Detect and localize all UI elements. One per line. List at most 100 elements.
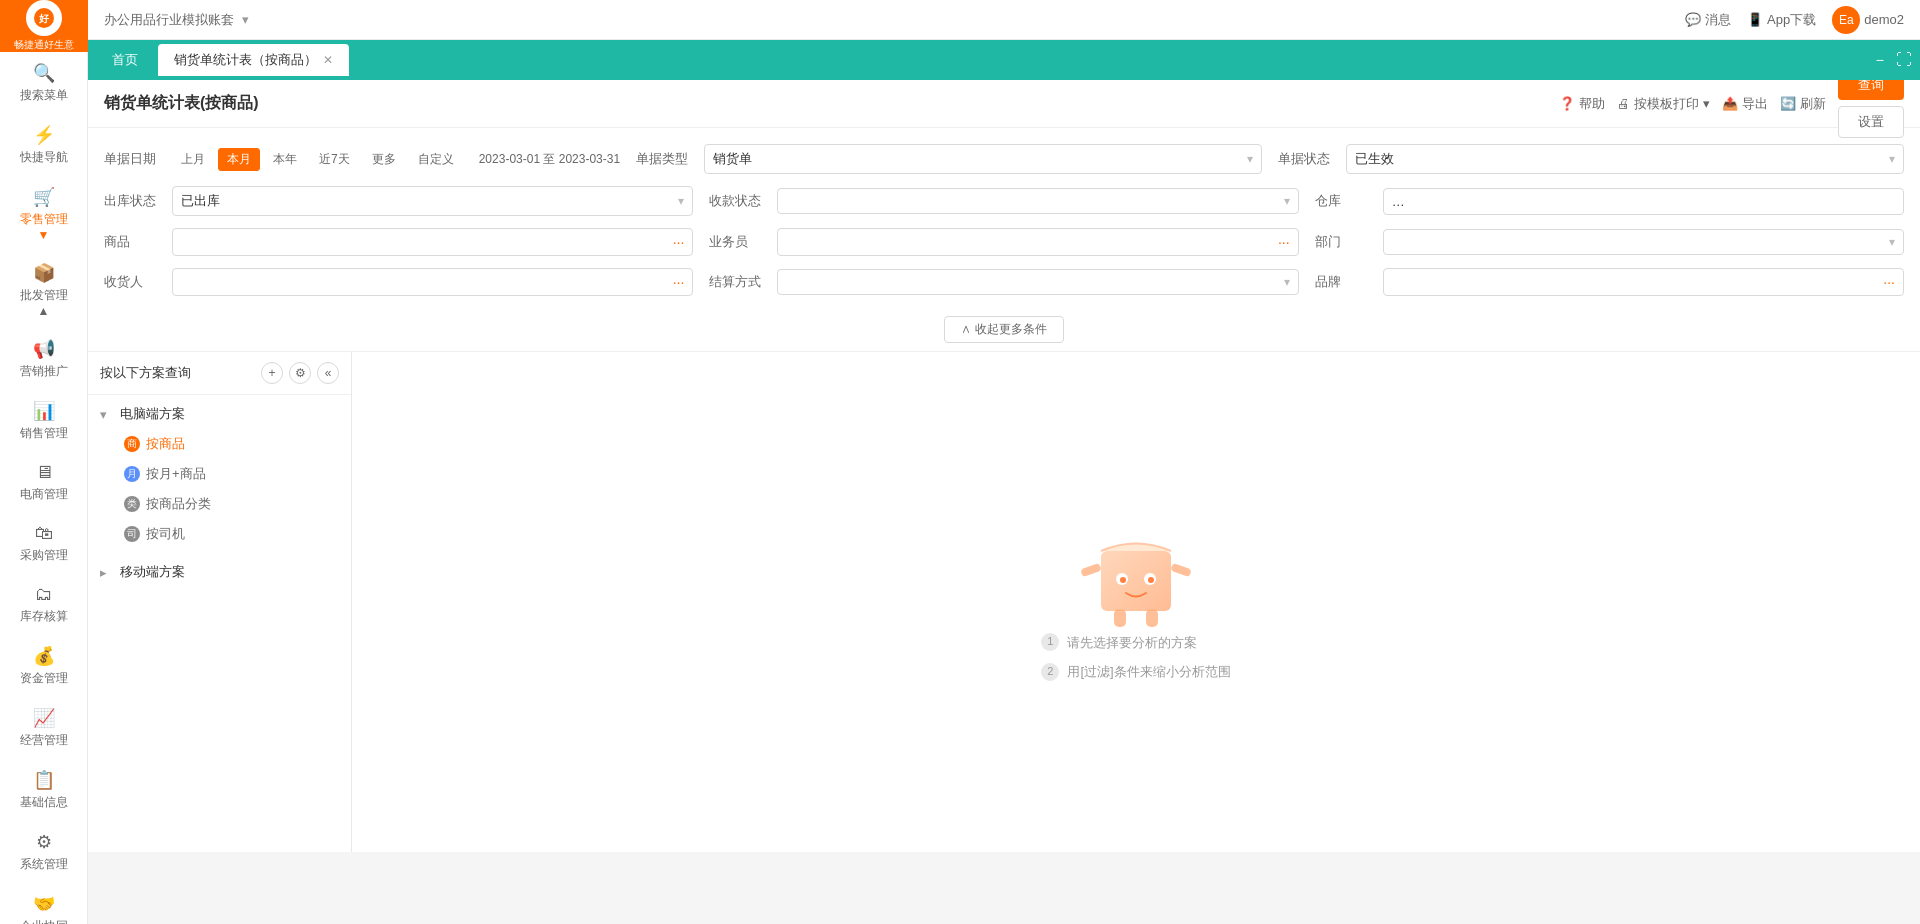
sidebar-item-enterprise-label: 企业协同	[20, 918, 68, 924]
wholesale-icon: 📦	[33, 262, 55, 284]
scheme-item-by-month-goods[interactable]: 月 按月+商品	[88, 459, 351, 489]
collapse-btn[interactable]: ∧ 收起更多条件	[944, 316, 1063, 343]
scheme-group-mobile-header[interactable]: ▸ 移动端方案	[88, 557, 351, 587]
ecommerce-icon: 🖥	[35, 462, 53, 483]
avatar: Ea	[1832, 6, 1860, 34]
message-btn[interactable]: 💬 消息	[1685, 11, 1731, 29]
sidebar-item-wholesale[interactable]: 📦 批发管理 ▲	[0, 252, 88, 328]
scheme-item-by-sku[interactable]: 司 按司机	[88, 519, 351, 549]
recipient-dots[interactable]: ···	[673, 274, 685, 290]
header-right: 💬 消息 📱 App下载 Ea demo2	[1685, 6, 1904, 34]
query-button[interactable]: 查询	[1838, 80, 1904, 100]
warehouse-filter: 仓库 …	[1315, 188, 1904, 215]
sidebar-item-enterprise[interactable]: 🤝 企业协同	[0, 883, 88, 924]
empty-state: 1 请先选择要分析的方案 2 用[过滤]条件来缩小分析范围	[1001, 481, 1270, 724]
scheme-add-btn[interactable]: +	[261, 362, 283, 384]
tab-sales-stat-label: 销货单统计表（按商品）	[174, 51, 317, 69]
dept-control[interactable]: ▾	[1383, 229, 1904, 255]
basic-icon: 📋	[33, 769, 55, 791]
goods-dots[interactable]: ···	[673, 234, 685, 250]
export-btn[interactable]: 📤 导出	[1722, 95, 1768, 113]
filter-row-3: 商品 ··· 业务员 ··· 部门	[104, 228, 1904, 256]
tab-sales-stat[interactable]: 销货单统计表（按商品） ✕	[158, 44, 349, 76]
logo-icon: 好	[26, 0, 62, 36]
empty-tip-2: 2 用[过滤]条件来缩小分析范围	[1041, 660, 1230, 683]
doc-type-value: 销货单	[713, 150, 1247, 168]
doc-status-control[interactable]: 已生效 ▾	[1346, 144, 1904, 174]
scheme-item-by-goods[interactable]: 商 按商品	[88, 429, 351, 459]
user-area[interactable]: Ea demo2	[1832, 6, 1904, 34]
sidebar-item-purchase[interactable]: 🛍 采购管理	[0, 513, 88, 574]
print-btn[interactable]: 🖨 按模板打印 ▾	[1617, 95, 1710, 113]
doc-status-filter: 单据状态 已生效 ▾	[1278, 144, 1904, 174]
settle-arrow: ▾	[1284, 275, 1290, 289]
sidebar-item-system[interactable]: ⚙ 系统管理	[0, 821, 88, 883]
settings-button[interactable]: 设置	[1838, 106, 1904, 138]
sidebar-item-inventory[interactable]: 🗂 库存核算	[0, 574, 88, 635]
sidebar-item-operation[interactable]: 📈 经营管理	[0, 697, 88, 759]
brand-control[interactable]: ···	[1383, 268, 1904, 296]
sidebar-item-sales[interactable]: 📊 销售管理	[0, 390, 88, 452]
goods-label: 商品	[104, 233, 164, 251]
app-download-btn[interactable]: 📱 App下载	[1747, 11, 1816, 29]
chevron-right-icon: ▸	[100, 565, 116, 580]
sidebar-item-ecommerce[interactable]: 🖥 电商管理	[0, 452, 88, 513]
salesman-dots[interactable]: ···	[1278, 234, 1290, 250]
operation-icon: 📈	[33, 707, 55, 729]
date-tabs: 上月 本月 本年 近7天 更多 自定义	[172, 148, 463, 171]
tip-num-1: 1	[1041, 633, 1059, 651]
doc-type-control[interactable]: 销货单 ▾	[704, 144, 1262, 174]
sales-icon: 📊	[33, 400, 55, 422]
page-title: 销货单统计表(按商品)	[104, 93, 259, 114]
scheme-group-pc-header[interactable]: ▾ 电脑端方案	[88, 399, 351, 429]
tab-bar-right: － ⛶	[1872, 50, 1912, 71]
brand-label: 品牌	[1315, 273, 1375, 291]
sidebar-item-retail[interactable]: 🛒 零售管理 ▼	[0, 176, 88, 252]
sidebar-item-retail-label: 零售管理	[20, 211, 68, 228]
payment-status-control[interactable]: ▾	[777, 188, 1298, 214]
date-tab-this-month[interactable]: 本月	[218, 148, 260, 171]
tab-minimize-btn[interactable]: －	[1872, 50, 1888, 71]
tab-maximize-btn[interactable]: ⛶	[1896, 51, 1912, 69]
scheme-item-month-goods-label: 按月+商品	[146, 465, 206, 483]
sidebar-item-operation-label: 经营管理	[20, 732, 68, 749]
settle-control[interactable]: ▾	[777, 269, 1298, 295]
sidebar-item-basic-label: 基础信息	[20, 794, 68, 811]
refresh-label: 刷新	[1800, 95, 1826, 113]
tab-close-icon[interactable]: ✕	[323, 53, 333, 67]
date-tab-more[interactable]: 更多	[363, 148, 405, 171]
sidebar-item-search[interactable]: 🔍 搜索菜单	[0, 52, 88, 114]
goods-control[interactable]: ···	[172, 228, 693, 256]
tab-home[interactable]: 首页	[96, 44, 154, 76]
date-tab-this-year[interactable]: 本年	[264, 148, 306, 171]
sidebar-item-finance[interactable]: 💰 资金管理	[0, 635, 88, 697]
warehouse-control[interactable]: …	[1383, 188, 1904, 215]
svg-point-6	[1148, 577, 1154, 583]
empty-tip-1: 1 请先选择要分析的方案	[1041, 631, 1230, 654]
date-tab-7days[interactable]: 近7天	[310, 148, 359, 171]
scheme-panel-header: 按以下方案查询 + ⚙ «	[88, 352, 351, 395]
recipient-control[interactable]: ···	[172, 268, 693, 296]
scheme-item-goods-cat-label: 按商品分类	[146, 495, 211, 513]
doc-status-arrow: ▾	[1889, 152, 1895, 166]
scheme-collapse-btn[interactable]: «	[317, 362, 339, 384]
sidebar-item-quick[interactable]: ⚡ 快捷导航	[0, 114, 88, 176]
brand-dots[interactable]: ···	[1883, 274, 1895, 290]
date-label: 单据日期	[104, 150, 164, 168]
warehouse-status-control[interactable]: 已出库 ▾	[172, 186, 693, 216]
page-content: 销货单统计表(按商品) ❓ 帮助 🖨 按模板打印 ▾ 📤 导出 🔄 刷新	[88, 80, 1920, 924]
salesman-control[interactable]: ···	[777, 228, 1298, 256]
date-tab-prev-month[interactable]: 上月	[172, 148, 214, 171]
sidebar-item-basic[interactable]: 📋 基础信息	[0, 759, 88, 821]
sidebar-item-marketing[interactable]: 📢 营销推广	[0, 328, 88, 390]
scheme-item-by-goods-cat[interactable]: 类 按商品分类	[88, 489, 351, 519]
warehouse-status-value: 已出库	[181, 192, 678, 210]
workspace-dropdown-icon[interactable]: ▾	[242, 12, 249, 27]
help-btn[interactable]: ❓ 帮助	[1559, 95, 1605, 113]
sidebar: 好 畅捷通好生意 🔍 搜索菜单 ⚡ 快捷导航 🛒 零售管理 ▼ 📦 批发管理 ▲…	[0, 0, 88, 924]
date-tab-custom[interactable]: 自定义	[409, 148, 463, 171]
scheme-settings-btn[interactable]: ⚙	[289, 362, 311, 384]
svg-rect-2	[1101, 551, 1171, 611]
refresh-btn[interactable]: 🔄 刷新	[1780, 95, 1826, 113]
scheme-item-goods-icon: 商	[124, 436, 140, 452]
